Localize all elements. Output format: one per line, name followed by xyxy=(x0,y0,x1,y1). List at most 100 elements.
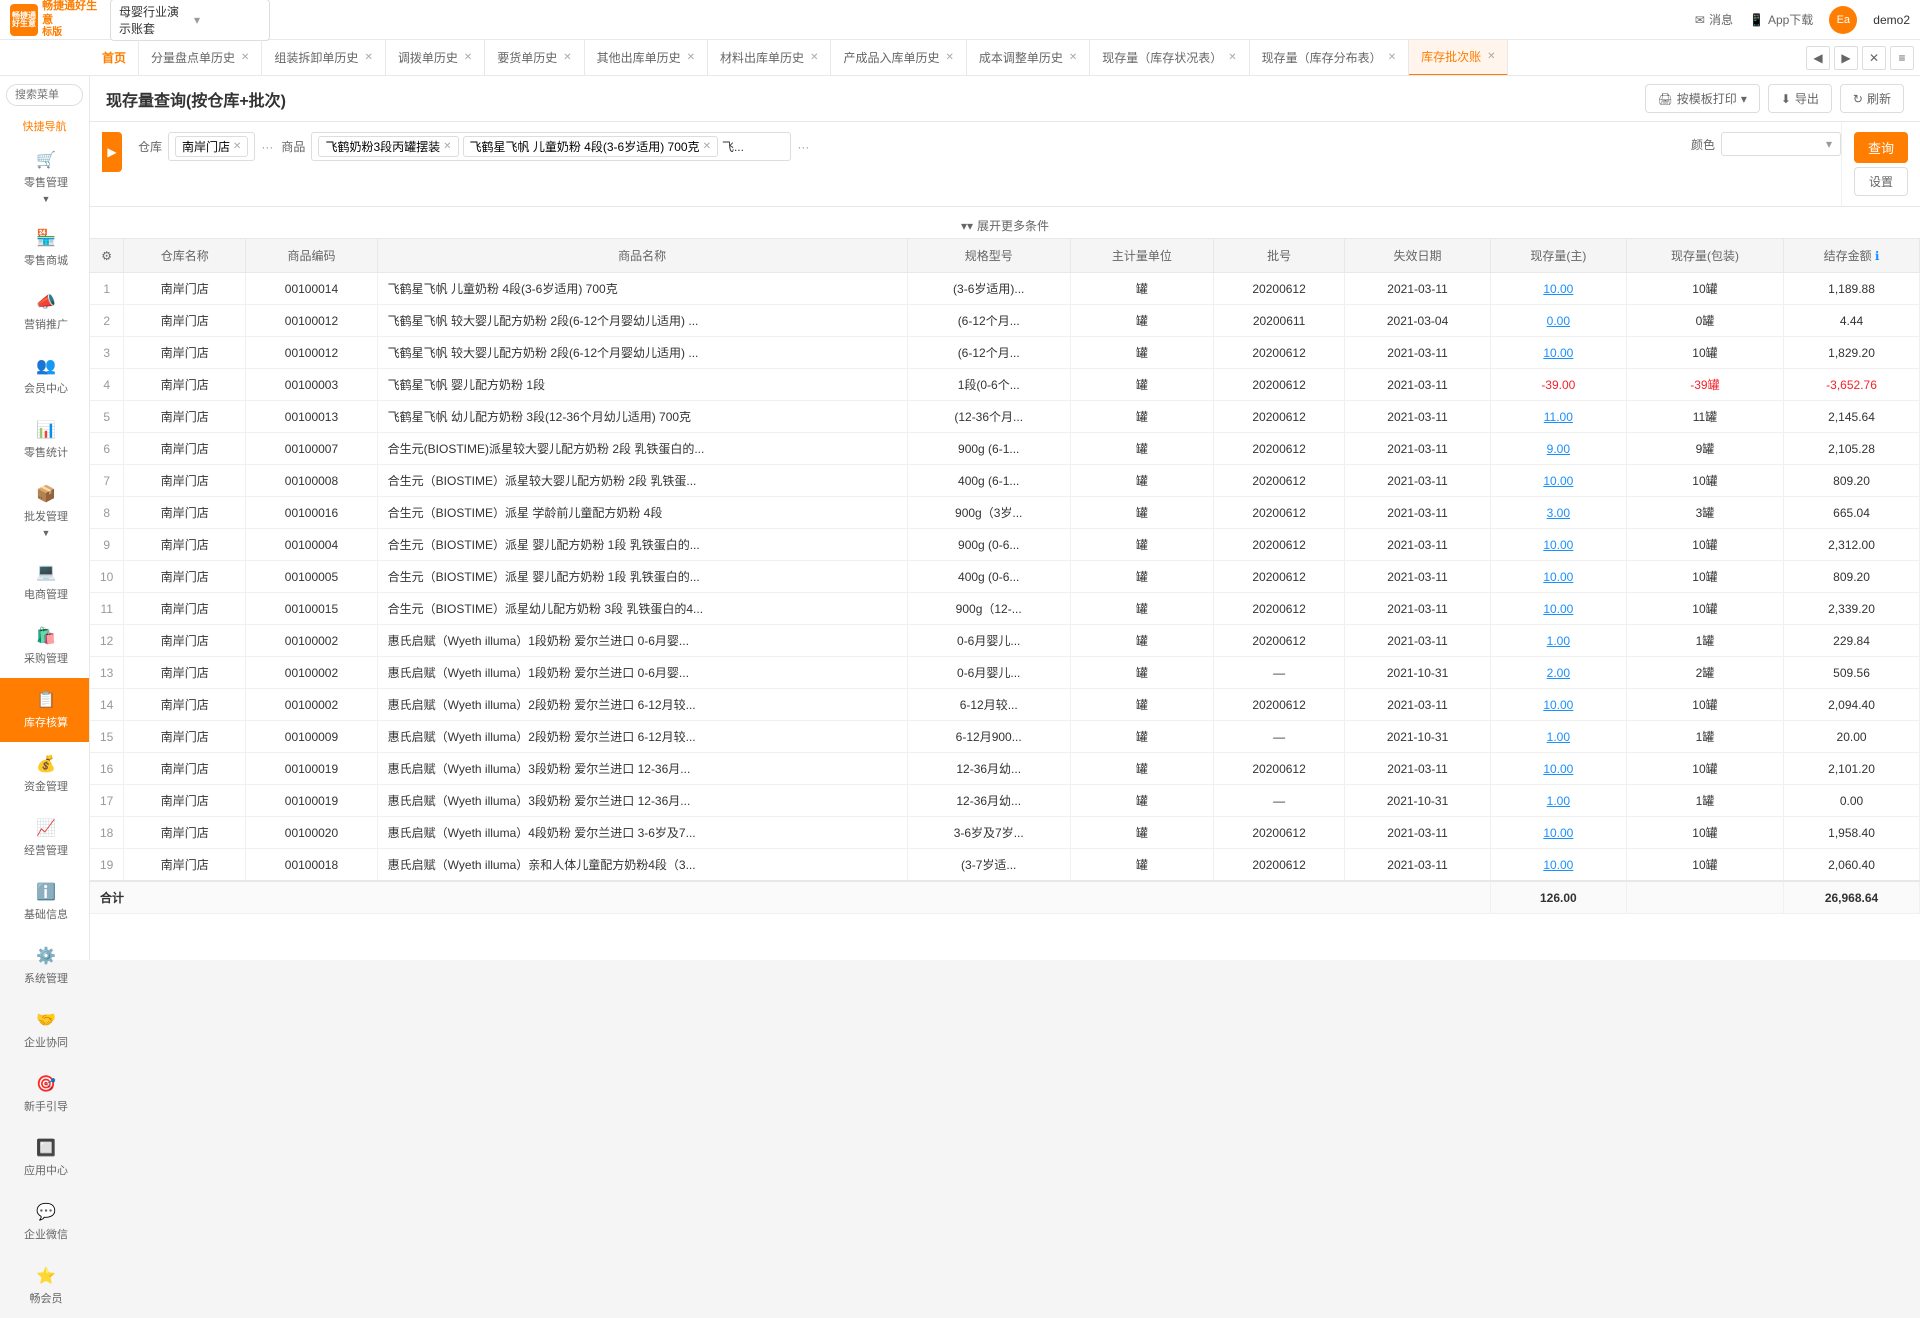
row-qty-main[interactable]: 11.00 xyxy=(1490,401,1626,433)
row-qty-main[interactable]: 10.00 xyxy=(1490,273,1626,305)
row-qty-main[interactable]: 10.00 xyxy=(1490,337,1626,369)
row-amount: 0.00 xyxy=(1784,785,1920,817)
tab-xiancunliangkz[interactable]: 现存量（库存状况表） ✕ xyxy=(1090,40,1249,76)
row-qty-main[interactable]: 1.00 xyxy=(1490,785,1626,817)
row-qty-main[interactable]: 0.00 xyxy=(1490,305,1626,337)
tab-chanchenru[interactable]: 产成品入库单历史 ✕ xyxy=(831,40,966,76)
tab-diaob[interactable]: 调拨单历史 ✕ xyxy=(386,40,485,76)
row-qty-main[interactable]: 10.00 xyxy=(1490,689,1626,721)
row-qty-main[interactable]: 10.00 xyxy=(1490,753,1626,785)
sidebar-item-basic-info[interactable]: ℹ️ 基础信息 xyxy=(0,870,89,934)
message-action[interactable]: ✉ 消息 xyxy=(1695,11,1733,28)
sidebar-item-inventory[interactable]: 📋 库存核算 xyxy=(0,678,89,742)
row-qty-pkg: -39罐 xyxy=(1626,369,1783,401)
refresh-btn[interactable]: ↻ 刷新 xyxy=(1840,84,1904,113)
remove-product-tag-1-btn[interactable]: ✕ xyxy=(443,141,451,152)
row-spec: 12-36月幼... xyxy=(907,785,1070,817)
warehouse-input[interactable]: 南岸门店 ✕ xyxy=(168,132,255,161)
table-row: 6 南岸门店 00100007 合生元(BIOSTIME)派星较大婴儿配方奶粉 … xyxy=(90,433,1920,465)
tab-zuzhuang[interactable]: 组装拆卸单历史 ✕ xyxy=(262,40,385,76)
tab-close-btn[interactable]: ✕ xyxy=(1862,46,1886,70)
tab-fenliang[interactable]: 分量盘点单历史 ✕ xyxy=(139,40,262,76)
sidebar-item-wecom[interactable]: 💬 企业微信 xyxy=(0,1190,89,1254)
query-btn[interactable]: 查询 xyxy=(1854,132,1908,163)
expand-filter-btn[interactable]: ▶ xyxy=(102,132,122,172)
th-setting[interactable]: ⚙ xyxy=(90,239,124,273)
product-input[interactable]: 飞鹤奶粉3段丙罐摆装 ✕ 飞鹤星飞帆 儿童奶粉 4段(3-6岁适用) 700克 … xyxy=(311,132,791,161)
row-qty-main[interactable]: 2.00 xyxy=(1490,657,1626,689)
remove-warehouse-tag-btn[interactable]: ✕ xyxy=(233,141,241,152)
expand-more-btn[interactable]: ▾▾ 展开更多条件 xyxy=(961,217,1049,234)
tab-close-icon[interactable]: ✕ xyxy=(364,52,372,63)
sidebar-item-members[interactable]: 👥 会员中心 xyxy=(0,344,89,408)
row-batch: — xyxy=(1213,721,1344,753)
sidebar-item-app-center[interactable]: 🔲 应用中心 xyxy=(0,1126,89,1190)
sidebar-item-guide[interactable]: 🎯 新手引导 xyxy=(0,1062,89,1126)
tab-close-icon[interactable]: ✕ xyxy=(563,52,571,63)
quick-nav-label[interactable]: 快捷导航 xyxy=(0,114,89,138)
sidebar-item-finance[interactable]: 💰 资金管理 xyxy=(0,742,89,806)
row-unit: 罐 xyxy=(1070,529,1213,561)
tab-xiancunliangkf[interactable]: 现存量（库存分布表） ✕ xyxy=(1250,40,1409,76)
tab-close-icon[interactable]: ✕ xyxy=(1388,52,1396,63)
sidebar-item-ecommerce[interactable]: 💻 电商管理 xyxy=(0,550,89,614)
industry-selector[interactable]: 母婴行业演示账套 ▾ xyxy=(110,0,270,41)
sidebar-item-enterprise[interactable]: 🤝 企业协同 xyxy=(0,998,89,1062)
tab-close-icon[interactable]: ✕ xyxy=(1069,52,1077,63)
sidebar-item-ops[interactable]: 📈 经营管理 xyxy=(0,806,89,870)
tab-close-icon[interactable]: ✕ xyxy=(810,52,818,63)
template-print-btn[interactable]: 🖨 按模板打印 ▾ xyxy=(1645,84,1760,113)
row-qty-pkg: 10罐 xyxy=(1626,689,1783,721)
tab-close-icon[interactable]: ✕ xyxy=(1228,52,1236,63)
row-spec: 900g (0-6... xyxy=(907,529,1070,561)
row-qty-main[interactable]: 3.00 xyxy=(1490,497,1626,529)
row-qty-main[interactable]: -39.00 xyxy=(1490,369,1626,401)
sidebar-search-area xyxy=(0,76,89,114)
tab-cailiaochu[interactable]: 材料出库单历史 ✕ xyxy=(708,40,831,76)
row-qty-main[interactable]: 10.00 xyxy=(1490,529,1626,561)
tab-close-icon[interactable]: ✕ xyxy=(687,52,695,63)
tab-qitachu[interactable]: 其他出库单历史 ✕ xyxy=(585,40,708,76)
remove-product-tag-2-btn[interactable]: ✕ xyxy=(703,141,711,152)
row-qty-main[interactable]: 9.00 xyxy=(1490,433,1626,465)
sidebar-item-sys-mgmt[interactable]: ⚙️ 系统管理 xyxy=(0,934,89,998)
product-dots-btn[interactable]: ··· xyxy=(797,140,809,154)
row-qty-main[interactable]: 10.00 xyxy=(1490,465,1626,497)
tab-close-icon[interactable]: ✕ xyxy=(1487,51,1495,62)
row-qty-main[interactable]: 10.00 xyxy=(1490,817,1626,849)
tab-close-icon[interactable]: ✕ xyxy=(945,52,953,63)
tab-menu-btn[interactable]: ≡ xyxy=(1890,46,1914,70)
tab-home[interactable]: 首页 xyxy=(90,40,139,76)
sidebar-item-purchase[interactable]: 🛍️ 采购管理 xyxy=(0,614,89,678)
row-qty-main[interactable]: 10.00 xyxy=(1490,849,1626,882)
tab-next-btn[interactable]: ▶ xyxy=(1834,46,1858,70)
row-qty-main[interactable]: 10.00 xyxy=(1490,561,1626,593)
sidebar-item-marketing[interactable]: 📣 营销推广 xyxy=(0,280,89,344)
sidebar-item-wholesale-mgmt[interactable]: 📦 批发管理 ▼ xyxy=(0,472,89,550)
row-qty-main[interactable]: 1.00 xyxy=(1490,721,1626,753)
phone-icon: 📱 xyxy=(1749,13,1764,27)
sidebar-item-retail-stats[interactable]: 📊 零售统计 xyxy=(0,408,89,472)
settings-btn[interactable]: 设置 xyxy=(1854,167,1908,196)
row-qty-main[interactable]: 10.00 xyxy=(1490,593,1626,625)
export-btn[interactable]: ⬇ 导出 xyxy=(1768,84,1832,113)
tab-yaohuo[interactable]: 要货单历史 ✕ xyxy=(485,40,584,76)
row-warehouse: 南岸门店 xyxy=(124,401,246,433)
row-qty-main[interactable]: 1.00 xyxy=(1490,625,1626,657)
sidebar-item-retail-mall[interactable]: 🏪 零售商城 xyxy=(0,216,89,280)
search-input[interactable] xyxy=(6,84,83,106)
row-qty-pkg: 10罐 xyxy=(1626,817,1783,849)
row-code: 00100018 xyxy=(246,849,377,882)
row-unit: 罐 xyxy=(1070,657,1213,689)
user-name[interactable]: demo2 xyxy=(1873,13,1910,27)
warehouse-more-icon[interactable]: ··· xyxy=(261,140,273,154)
sidebar-item-vip[interactable]: ⭐ 畅会员 xyxy=(0,1254,89,1318)
color-select[interactable]: ▾ xyxy=(1721,132,1841,156)
tab-prev-btn[interactable]: ◀ xyxy=(1806,46,1830,70)
tab-close-icon[interactable]: ✕ xyxy=(464,52,472,63)
app-download-action[interactable]: 📱 App下载 xyxy=(1749,11,1813,28)
tab-chengbentiao[interactable]: 成本调整单历史 ✕ xyxy=(967,40,1090,76)
sidebar-item-retail-mgmt[interactable]: 🛒 零售管理 ▼ xyxy=(0,138,89,216)
tab-close-icon[interactable]: ✕ xyxy=(241,52,249,63)
tab-kucunpici[interactable]: 库存批次账 ✕ xyxy=(1409,40,1508,76)
